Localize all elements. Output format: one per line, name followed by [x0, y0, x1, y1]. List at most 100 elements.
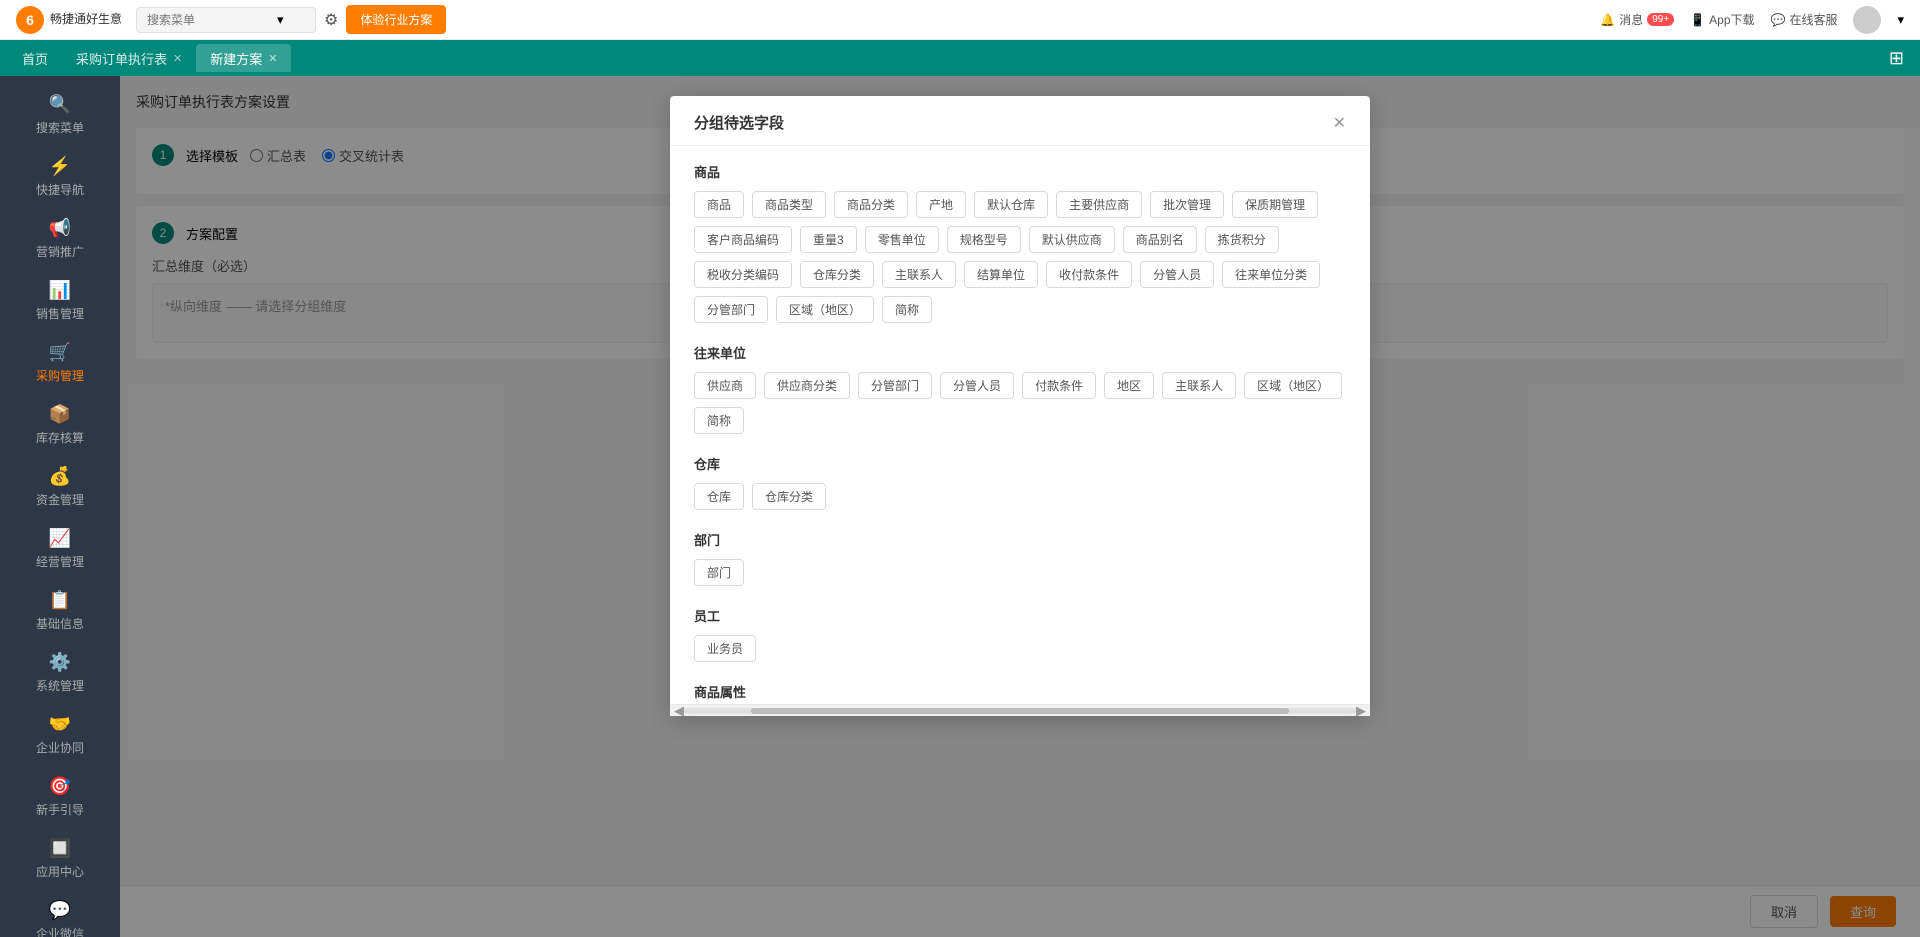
online-service-item[interactable]: 💬 在线客服 [1771, 11, 1838, 28]
tag-goods-alias[interactable]: 商品别名 [1123, 226, 1197, 253]
sidebar-item-wechat[interactable]: 💬 企业微信 [0, 890, 120, 937]
sidebar-item-search[interactable]: 🔍 搜索菜单 [0, 84, 120, 146]
tag-pick-points[interactable]: 拣货积分 [1205, 226, 1279, 253]
tab-new-plan-close[interactable]: ✕ [268, 52, 277, 65]
sidebar-item-collab[interactable]: 🤝 企业协同 [0, 704, 120, 766]
tag-unit-category[interactable]: 往来单位分类 [1222, 261, 1320, 288]
notification-item[interactable]: 🔔 消息 99+ [1600, 11, 1674, 28]
tag-expiry-mgmt[interactable]: 保质期管理 [1232, 191, 1318, 218]
sidebar-item-purchase[interactable]: 🛒 采购管理 [0, 332, 120, 394]
tag-main-supplier[interactable]: 主要供应商 [1056, 191, 1142, 218]
user-menu-arrow[interactable]: ▾ [1897, 12, 1904, 28]
tag-goods-category[interactable]: 商品分类 [834, 191, 908, 218]
tag-managed-dept[interactable]: 分管部门 [694, 296, 768, 323]
quick-nav-icon: ⚡ [49, 156, 71, 177]
hscroll-thumb[interactable] [751, 708, 1289, 714]
tag-default-supplier[interactable]: 默认供应商 [1029, 226, 1115, 253]
sidebar-item-marketing-label: 营销推广 [36, 243, 84, 260]
tag-party-region[interactable]: 区域（地区） [1244, 372, 1342, 399]
sidebar-item-wechat-label: 企业微信 [36, 925, 84, 937]
marketing-icon: 📢 [49, 218, 71, 239]
hscroll-left-arrow[interactable]: ◀ [674, 703, 684, 719]
tag-supplier[interactable]: 供应商 [694, 372, 756, 399]
tag-payment-cond[interactable]: 付款条件 [1022, 372, 1096, 399]
tab-purchase-order-close[interactable]: ✕ [173, 52, 182, 65]
sidebar-item-basics-label: 基础信息 [36, 615, 84, 632]
tag-default-warehouse[interactable]: 默认仓库 [974, 191, 1048, 218]
sidebar-item-inventory[interactable]: 📦 库存核算 [0, 394, 120, 456]
tag-dept[interactable]: 部门 [694, 559, 744, 586]
logo-text: 畅捷通好生意 [50, 12, 122, 26]
tab-expand-icon[interactable]: ⊞ [1889, 48, 1904, 69]
hscroll-track [684, 708, 1356, 714]
tag-goods[interactable]: 商品 [694, 191, 744, 218]
tag-batch-mgmt[interactable]: 批次管理 [1150, 191, 1224, 218]
tag-short-name[interactable]: 简称 [882, 296, 932, 323]
header-search-area: ▾ ⚙ 体验行业方案 [136, 5, 1600, 34]
modal-title: 分组待选字段 [694, 112, 784, 133]
tag-warehouse-category[interactable]: 仓库分类 [800, 261, 874, 288]
app-download-item[interactable]: 📱 App下载 [1690, 11, 1754, 28]
top-header: 6 畅捷通好生意 ▾ ⚙ 体验行业方案 🔔 消息 99+ 📱 App下载 💬 在… [0, 0, 1920, 40]
tag-main-contact[interactable]: 主联系人 [882, 261, 956, 288]
section-goods-title: 商品 [694, 162, 1346, 181]
tag-party-contact[interactable]: 主联系人 [1162, 372, 1236, 399]
purchase-icon: 🛒 [49, 342, 71, 363]
search-box[interactable]: ▾ [136, 7, 316, 33]
search-input[interactable] [147, 13, 277, 27]
tag-customer-goods-code[interactable]: 客户商品编码 [694, 226, 792, 253]
sidebar-item-quick-nav[interactable]: ⚡ 快捷导航 [0, 146, 120, 208]
sidebar-item-basics[interactable]: 📋 基础信息 [0, 580, 120, 642]
tag-party-manager[interactable]: 分管人员 [940, 372, 1014, 399]
nav-tabs: 首页 采购订单执行表 ✕ 新建方案 ✕ ⊞ [0, 40, 1920, 76]
sidebar-item-finance[interactable]: 💰 资金管理 [0, 456, 120, 518]
tab-home[interactable]: 首页 [8, 44, 62, 72]
tag-weight3[interactable]: 重量3 [800, 226, 857, 253]
modal-overlay: 分组待选字段 ✕ 商品 商品 商品类型 商品分类 产地 默认仓库 [120, 76, 1920, 937]
field-select-modal: 分组待选字段 ✕ 商品 商品 商品类型 商品分类 产地 默认仓库 [670, 96, 1370, 716]
tag-party-short-name[interactable]: 简称 [694, 407, 744, 434]
modal-close-button[interactable]: ✕ [1333, 113, 1346, 133]
sidebar-item-collab-label: 企业协同 [36, 739, 84, 756]
trial-button[interactable]: 体验行业方案 [346, 5, 446, 34]
content-area: 采购订单执行表方案设置 1 选择模板 汇总表 交叉统计表 [120, 76, 1920, 937]
tag-manager[interactable]: 分管人员 [1140, 261, 1214, 288]
sidebar-item-marketing[interactable]: 📢 营销推广 [0, 208, 120, 270]
section-party-title: 往来单位 [694, 343, 1346, 362]
system-icon: ⚙️ [49, 652, 71, 673]
tab-purchase-order[interactable]: 采购订单执行表 ✕ [62, 44, 196, 72]
sidebar-item-system[interactable]: ⚙️ 系统管理 [0, 642, 120, 704]
inventory-icon: 📦 [49, 404, 71, 425]
online-service-label: 在线客服 [1789, 11, 1837, 28]
tag-goods-type[interactable]: 商品类型 [752, 191, 826, 218]
tag-spec-model[interactable]: 规格型号 [947, 226, 1021, 253]
tag-retail-unit[interactable]: 零售单位 [865, 226, 939, 253]
settings-icon[interactable]: ⚙ [324, 10, 338, 30]
tag-area[interactable]: 地区 [1104, 372, 1154, 399]
tab-home-label: 首页 [22, 49, 48, 68]
tag-origin[interactable]: 产地 [916, 191, 966, 218]
modal-body[interactable]: 商品 商品 商品类型 商品分类 产地 默认仓库 主要供应商 批次管理 保质期管理… [670, 146, 1370, 704]
search-dropdown-icon[interactable]: ▾ [277, 12, 284, 28]
tag-tax-code[interactable]: 税收分类编码 [694, 261, 792, 288]
sidebar: 🔍 搜索菜单 ⚡ 快捷导航 📢 营销推广 📊 销售管理 🛒 采购管理 📦 库存核… [0, 76, 120, 937]
section-goods-attr-title: 商品属性 [694, 682, 1346, 701]
sidebar-item-system-label: 系统管理 [36, 677, 84, 694]
tag-salesperson[interactable]: 业务员 [694, 635, 756, 662]
sidebar-item-sales[interactable]: 📊 销售管理 [0, 270, 120, 332]
modal-horizontal-scrollbar[interactable]: ◀ ▶ [670, 704, 1370, 716]
tag-region[interactable]: 区域（地区） [776, 296, 874, 323]
avatar[interactable] [1853, 6, 1881, 34]
tab-new-plan[interactable]: 新建方案 ✕ [196, 44, 291, 72]
hscroll-right-arrow[interactable]: ▶ [1356, 703, 1366, 719]
tag-party-dept[interactable]: 分管部门 [858, 372, 932, 399]
tag-warehouse[interactable]: 仓库 [694, 483, 744, 510]
tag-supplier-category[interactable]: 供应商分类 [764, 372, 850, 399]
modal-header: 分组待选字段 ✕ [670, 96, 1370, 146]
tag-warehouse-cat[interactable]: 仓库分类 [752, 483, 826, 510]
sidebar-item-operations[interactable]: 📈 经营管理 [0, 518, 120, 580]
sidebar-item-apps[interactable]: 🔲 应用中心 [0, 828, 120, 890]
tag-settlement-unit[interactable]: 结算单位 [964, 261, 1038, 288]
sidebar-item-guide[interactable]: 🎯 新手引导 [0, 766, 120, 828]
tag-payment-terms[interactable]: 收付款条件 [1046, 261, 1132, 288]
